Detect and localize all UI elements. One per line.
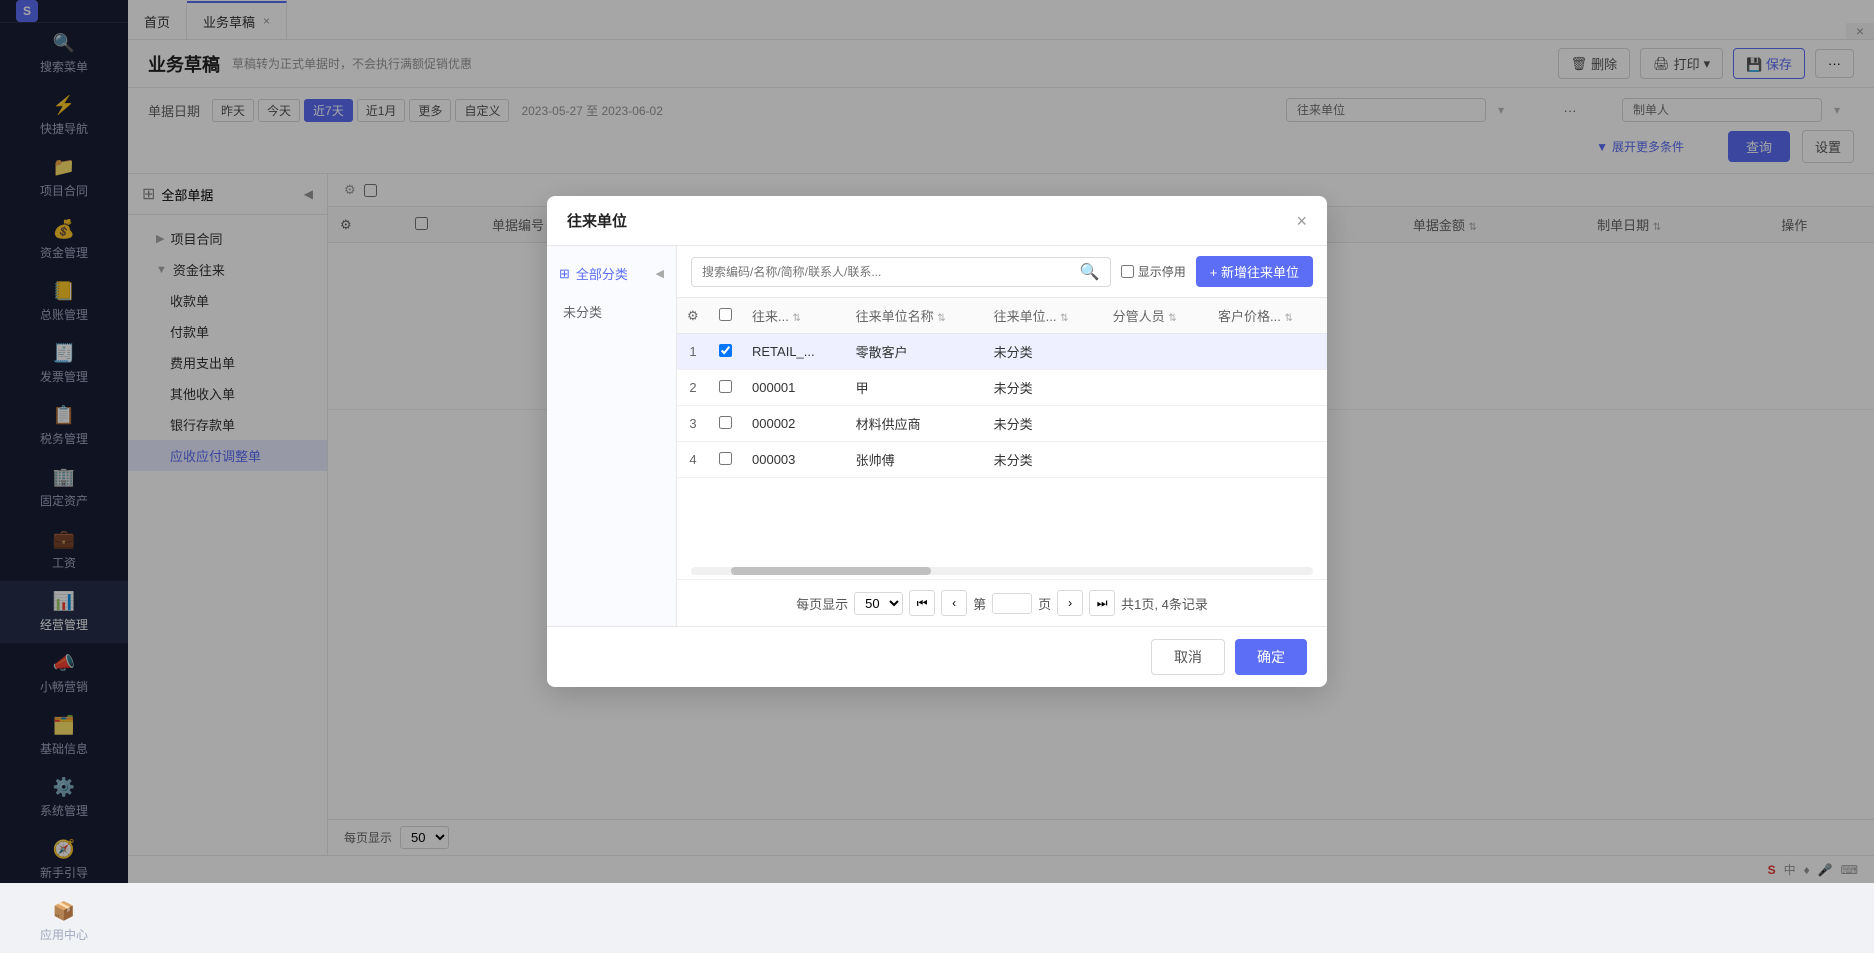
- modal-header: 往来单位 ×: [547, 196, 1327, 246]
- page-suffix: 页: [1038, 594, 1051, 613]
- row1-price: [1208, 334, 1327, 370]
- horizontal-scrollbar[interactable]: [691, 567, 1313, 575]
- add-partner-button[interactable]: + 新增往来单位: [1196, 256, 1313, 287]
- code-sort-icon: ⇅: [792, 313, 800, 324]
- category-sort-icon: ⇅: [1060, 313, 1068, 324]
- row4-no: 4: [677, 442, 709, 478]
- modal-per-page-select[interactable]: 50: [854, 592, 903, 615]
- row4-name: 张帅傅: [846, 442, 984, 478]
- modal-search-icon: 🔍: [1080, 262, 1100, 282]
- modal-th-salesperson: 分管人员 ⇅: [1103, 298, 1208, 334]
- per-page-text: 每页显示: [796, 594, 848, 613]
- row2-category: 未分类: [984, 370, 1103, 406]
- show-disabled-checkbox[interactable]: [1121, 265, 1134, 278]
- confirm-button[interactable]: 确定: [1235, 639, 1307, 675]
- row2-code: 000001: [742, 370, 846, 406]
- row3-code: 000002: [742, 406, 846, 442]
- modal-right-panel: 🔍 显示停用 + 新增往来单位: [677, 246, 1327, 626]
- pagination-next-btn[interactable]: ›: [1057, 590, 1083, 616]
- modal-header-checkbox[interactable]: [719, 308, 732, 321]
- row2-no: 2: [677, 370, 709, 406]
- appcenter-icon: 📦: [53, 901, 75, 922]
- scrollbar-thumb[interactable]: [731, 567, 931, 575]
- row1-name: 零散客户: [846, 334, 984, 370]
- col-settings-icon[interactable]: ⚙: [687, 308, 699, 323]
- row4-checkbox[interactable]: [709, 442, 742, 478]
- modal-title: 往来单位: [567, 210, 627, 231]
- modal-footer: 取消 确定: [547, 626, 1327, 687]
- row4-price: [1208, 442, 1327, 478]
- row2-price: [1208, 370, 1327, 406]
- row3-checkbox[interactable]: [709, 406, 742, 442]
- row3-no: 3: [677, 406, 709, 442]
- modal-th-settings: ⚙: [677, 298, 709, 334]
- page-label: 第: [973, 594, 986, 613]
- row2-salesperson: [1103, 370, 1208, 406]
- modal-close-btn[interactable]: ×: [1296, 212, 1307, 230]
- row3-price: [1208, 406, 1327, 442]
- modal-th-checkbox: [709, 298, 742, 334]
- modal-th-price: 客户价格... ⇅: [1208, 298, 1327, 334]
- modal-th-code: 往来... ⇅: [742, 298, 846, 334]
- modal-table-row[interactable]: 2 000001 甲 未分类: [677, 370, 1327, 406]
- modal-toolbar: 🔍 显示停用 + 新增往来单位: [677, 246, 1327, 298]
- pagination-last-btn[interactable]: ⏭: [1089, 590, 1115, 616]
- row1-checkbox[interactable]: [709, 334, 742, 370]
- modal-search-box[interactable]: 🔍: [691, 257, 1111, 287]
- sidebar-item-label: 应用中心: [40, 926, 88, 943]
- modal-overlay: 往来单位 × ⊞ 全部分类 ◀ 未分类 🔍: [0, 0, 1874, 883]
- row2-checkbox[interactable]: [709, 370, 742, 406]
- cancel-button[interactable]: 取消: [1151, 639, 1225, 675]
- row3-salesperson: [1103, 406, 1208, 442]
- price-sort-icon: ⇅: [1284, 313, 1292, 324]
- pagination-first-btn[interactable]: ⏮: [909, 590, 935, 616]
- modal-body: ⊞ 全部分类 ◀ 未分类 🔍 显示停用: [547, 246, 1327, 626]
- modal-pagination: 每页显示 50 ⏮ ‹ 第 1 页 › ⏭ 共1页, 4条记录: [677, 579, 1327, 626]
- modal-data-table: ⚙ 往来... ⇅ 往来单位名称: [677, 298, 1327, 478]
- modal-table-row[interactable]: 1 RETAIL_... 零散客户 未分类: [677, 334, 1327, 370]
- modal-category-panel: ⊞ 全部分类 ◀ 未分类: [547, 246, 677, 626]
- row1-no: 1: [677, 334, 709, 370]
- show-disabled-label: 显示停用: [1138, 263, 1186, 280]
- salesperson-sort-icon: ⇅: [1168, 313, 1176, 324]
- row4-code: 000003: [742, 442, 846, 478]
- modal-header-row: ⚙ 往来... ⇅ 往来单位名称: [677, 298, 1327, 334]
- row1-category: 未分类: [984, 334, 1103, 370]
- modal-table-row[interactable]: 3 000002 材料供应商 未分类: [677, 406, 1327, 442]
- name-sort-icon: ⇅: [937, 313, 945, 324]
- modal-table-row[interactable]: 4 000003 张帅傅 未分类: [677, 442, 1327, 478]
- row2-name: 甲: [846, 370, 984, 406]
- row4-salesperson: [1103, 442, 1208, 478]
- modal-search-input[interactable]: [702, 265, 1074, 279]
- pagination-prev-btn[interactable]: ‹: [941, 590, 967, 616]
- show-disabled-toggle: 显示停用: [1121, 263, 1186, 280]
- grid-icon2: ⊞: [559, 266, 570, 282]
- modal-category-unclassified[interactable]: 未分类: [547, 295, 676, 328]
- modal-th-name: 往来单位名称 ⇅: [846, 298, 984, 334]
- total-text: 共1页, 4条记录: [1121, 594, 1208, 613]
- modal-th-category: 往来单位... ⇅: [984, 298, 1103, 334]
- modal-all-categories-btn[interactable]: ⊞ 全部分类 ◀: [547, 258, 676, 295]
- row1-salesperson: [1103, 334, 1208, 370]
- sidebar-item-appcenter[interactable]: 📦 应用中心: [0, 891, 128, 953]
- partner-modal: 往来单位 × ⊞ 全部分类 ◀ 未分类 🔍: [547, 196, 1327, 687]
- row1-code: RETAIL_...: [742, 334, 846, 370]
- modal-table-wrap: ⚙ 往来... ⇅ 往来单位名称: [677, 298, 1327, 567]
- row4-category: 未分类: [984, 442, 1103, 478]
- page-number-input[interactable]: 1: [992, 593, 1032, 614]
- row3-name: 材料供应商: [846, 406, 984, 442]
- row3-category: 未分类: [984, 406, 1103, 442]
- modal-category-collapse-icon[interactable]: ◀: [656, 267, 664, 280]
